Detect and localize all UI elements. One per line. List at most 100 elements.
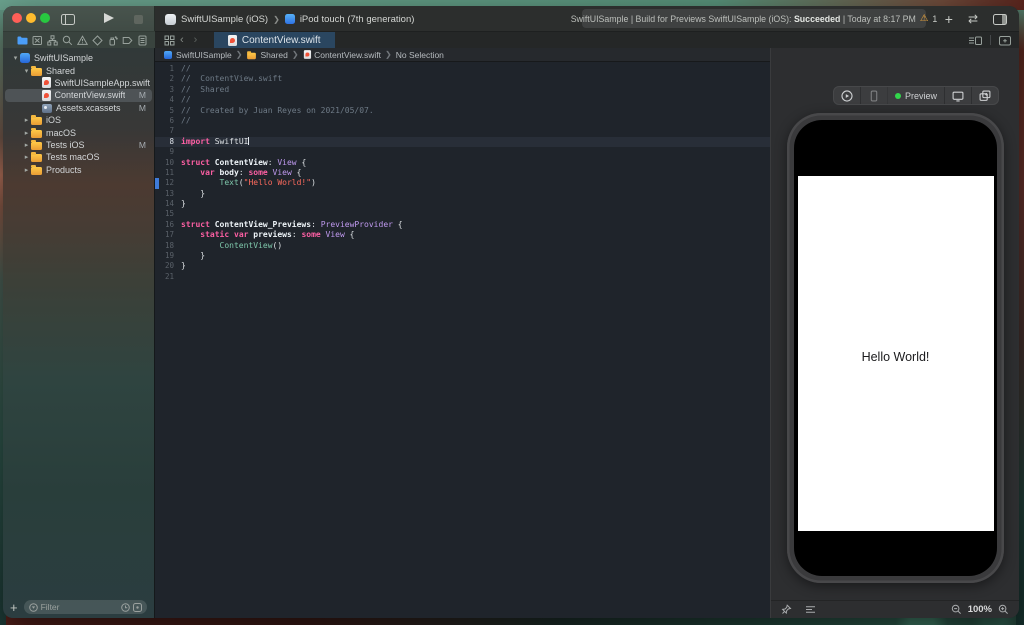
duplicate-preview-button[interactable] xyxy=(972,87,998,104)
disclosure-icon[interactable]: ▾ xyxy=(22,67,31,75)
activity-status-bar[interactable]: SwiftUISample | Build for Previews Swift… xyxy=(571,9,937,28)
line-number: 5 xyxy=(169,105,174,115)
line-number: 17 xyxy=(164,230,174,240)
folder-icon xyxy=(31,139,42,150)
breakpoint-navigator-icon[interactable] xyxy=(122,35,133,46)
run-button[interactable] xyxy=(104,13,114,23)
sidebar-item-swiftuisample[interactable]: ▾ SwiftUISample xyxy=(5,52,152,64)
code-line[interactable]: 13 } xyxy=(155,189,770,199)
debug-navigator-icon[interactable] xyxy=(107,35,118,46)
preview-status[interactable]: Preview xyxy=(888,87,946,104)
add-file-button[interactable]: + xyxy=(10,601,18,614)
code-line[interactable]: 15 xyxy=(155,209,770,219)
code-line[interactable]: 3// Shared xyxy=(155,85,770,95)
recent-files-icon[interactable] xyxy=(121,602,130,612)
zoom-level[interactable]: 100% xyxy=(968,604,992,615)
preview-on-device-button[interactable] xyxy=(861,87,888,104)
code-line[interactable]: 5// Created by Juan Reyes on 2021/05/07. xyxy=(155,106,770,116)
code-line[interactable]: 7 xyxy=(155,126,770,136)
stop-button[interactable] xyxy=(134,15,143,24)
pin-preview-icon[interactable] xyxy=(781,604,792,615)
sidebar-item-products[interactable]: ▸ Products xyxy=(5,164,152,176)
toggle-inspector-icon[interactable] xyxy=(993,13,1007,25)
swift-icon xyxy=(42,89,51,101)
app-target-icon xyxy=(165,13,176,25)
code-line[interactable]: 19 } xyxy=(155,251,770,261)
code-line[interactable]: 11 var body: some View { xyxy=(155,168,770,178)
code-line[interactable]: 21 xyxy=(155,272,770,282)
project-navigator-icon[interactable] xyxy=(17,35,28,46)
code-line[interactable]: 9 xyxy=(155,147,770,157)
code-line[interactable]: 12 Text("Hello World!") xyxy=(155,178,770,189)
sidebar-item-ios[interactable]: ▸ iOS xyxy=(5,114,152,126)
sidebar-item-tests-macos[interactable]: ▸ Tests macOS xyxy=(5,151,152,163)
project-icon xyxy=(20,53,30,64)
code-line[interactable]: 18 ContentView() xyxy=(155,241,770,251)
related-items-icon[interactable] xyxy=(155,35,175,46)
test-navigator-icon[interactable] xyxy=(92,34,103,46)
preview-toolbar: Preview xyxy=(833,86,1000,105)
code-line[interactable]: 4// xyxy=(155,95,770,105)
disclosure-icon[interactable]: ▸ xyxy=(22,141,31,149)
code-line[interactable]: 20} xyxy=(155,261,770,271)
find-navigator-icon[interactable] xyxy=(62,35,73,46)
forward-icon[interactable]: › xyxy=(189,34,203,46)
editor-arrows-icon[interactable]: ⇄ xyxy=(968,12,978,26)
code-line[interactable]: 1// xyxy=(155,64,770,74)
disclosure-icon[interactable]: ▸ xyxy=(22,166,31,174)
code-lines[interactable]: 1//2// ContentView.swift 3// Shared 4//5//… xyxy=(155,62,770,618)
status-text: SwiftUISample | Build for Previews Swift… xyxy=(570,13,794,24)
breadcrumb-item[interactable]: No Selection xyxy=(396,50,444,60)
minimize-window-button[interactable] xyxy=(26,13,36,23)
close-window-button[interactable] xyxy=(12,13,22,23)
disclosure-icon[interactable]: ▸ xyxy=(22,116,31,124)
disclosure-icon[interactable]: ▸ xyxy=(22,129,31,137)
sidebar-item-assets-xcassets[interactable]: Assets.xcassets M xyxy=(5,102,152,114)
sidebar-item-macos[interactable]: ▸ macOS xyxy=(5,126,152,138)
back-icon[interactable]: ‹ xyxy=(175,34,189,46)
warning-icon[interactable]: ⚠ xyxy=(920,14,929,24)
line-number: 1 xyxy=(169,64,174,73)
tab-contentview-swift[interactable]: ContentView.swift xyxy=(214,31,335,49)
code-line[interactable]: 10 struct ContentView: View { xyxy=(155,158,770,168)
sidebar-item-shared[interactable]: ▾ Shared xyxy=(5,64,152,76)
canvas-settings-icon[interactable] xyxy=(805,604,816,615)
code-line[interactable]: 8 import SwiftUI xyxy=(155,136,770,148)
issue-navigator-icon[interactable] xyxy=(77,34,88,46)
breadcrumb-item[interactable]: Shared xyxy=(246,50,288,60)
disclosure-icon[interactable]: ▾ xyxy=(11,54,20,62)
add-editor-icon[interactable] xyxy=(999,35,1011,46)
navigator-bar xyxy=(3,31,155,48)
code-line[interactable]: 14} xyxy=(155,199,770,209)
symbol-navigator-icon[interactable] xyxy=(47,34,58,46)
code-line[interactable]: 16 struct ContentView_Previews: PreviewPr… xyxy=(155,220,770,230)
filter-field[interactable]: Filter xyxy=(23,600,147,614)
sidebar-item-swiftuisampleapp-swift[interactable]: SwiftUISampleApp.swift xyxy=(5,77,152,89)
modified-badge: M xyxy=(138,102,146,113)
editor-options-icon[interactable] xyxy=(968,35,982,46)
breadcrumb-item[interactable]: SwiftUISample xyxy=(163,50,232,60)
toggle-navigator-icon[interactable] xyxy=(61,14,75,25)
preview-display-button[interactable] xyxy=(945,87,973,104)
code-line[interactable]: 17 static var previews: some View { xyxy=(155,230,770,240)
source-control-filter-icon[interactable] xyxy=(133,602,142,612)
live-preview-button[interactable] xyxy=(834,87,861,104)
disclosure-icon[interactable]: ▸ xyxy=(22,153,31,161)
zoom-window-button[interactable] xyxy=(40,13,50,23)
sidebar-item-tests-ios[interactable]: ▸ Tests iOS M xyxy=(5,139,152,151)
code-line[interactable]: 2// ContentView.swift xyxy=(155,74,770,84)
zoom-out-icon[interactable] xyxy=(951,604,962,615)
sidebar-item-contentview-swift[interactable]: ContentView.swift M xyxy=(5,89,152,102)
line-number: 7 xyxy=(169,126,174,136)
zoom-in-icon[interactable] xyxy=(998,604,1009,615)
scheme-selector[interactable]: SwiftUISample (iOS) ❯ iPod touch (7th ge… xyxy=(165,10,414,28)
source-control-navigator-icon[interactable] xyxy=(32,35,43,46)
app-viewport: Hello World! xyxy=(797,176,994,531)
line-number: 4 xyxy=(169,95,174,105)
breadcrumb-item[interactable]: ContentView.swift xyxy=(303,49,381,60)
report-navigator-icon[interactable] xyxy=(137,35,148,46)
preview-device-frame[interactable]: Hello World! xyxy=(787,113,1004,583)
library-add-icon[interactable]: + xyxy=(945,12,953,26)
code-line[interactable]: 6// xyxy=(155,116,770,126)
line-number: 14 xyxy=(164,199,174,209)
